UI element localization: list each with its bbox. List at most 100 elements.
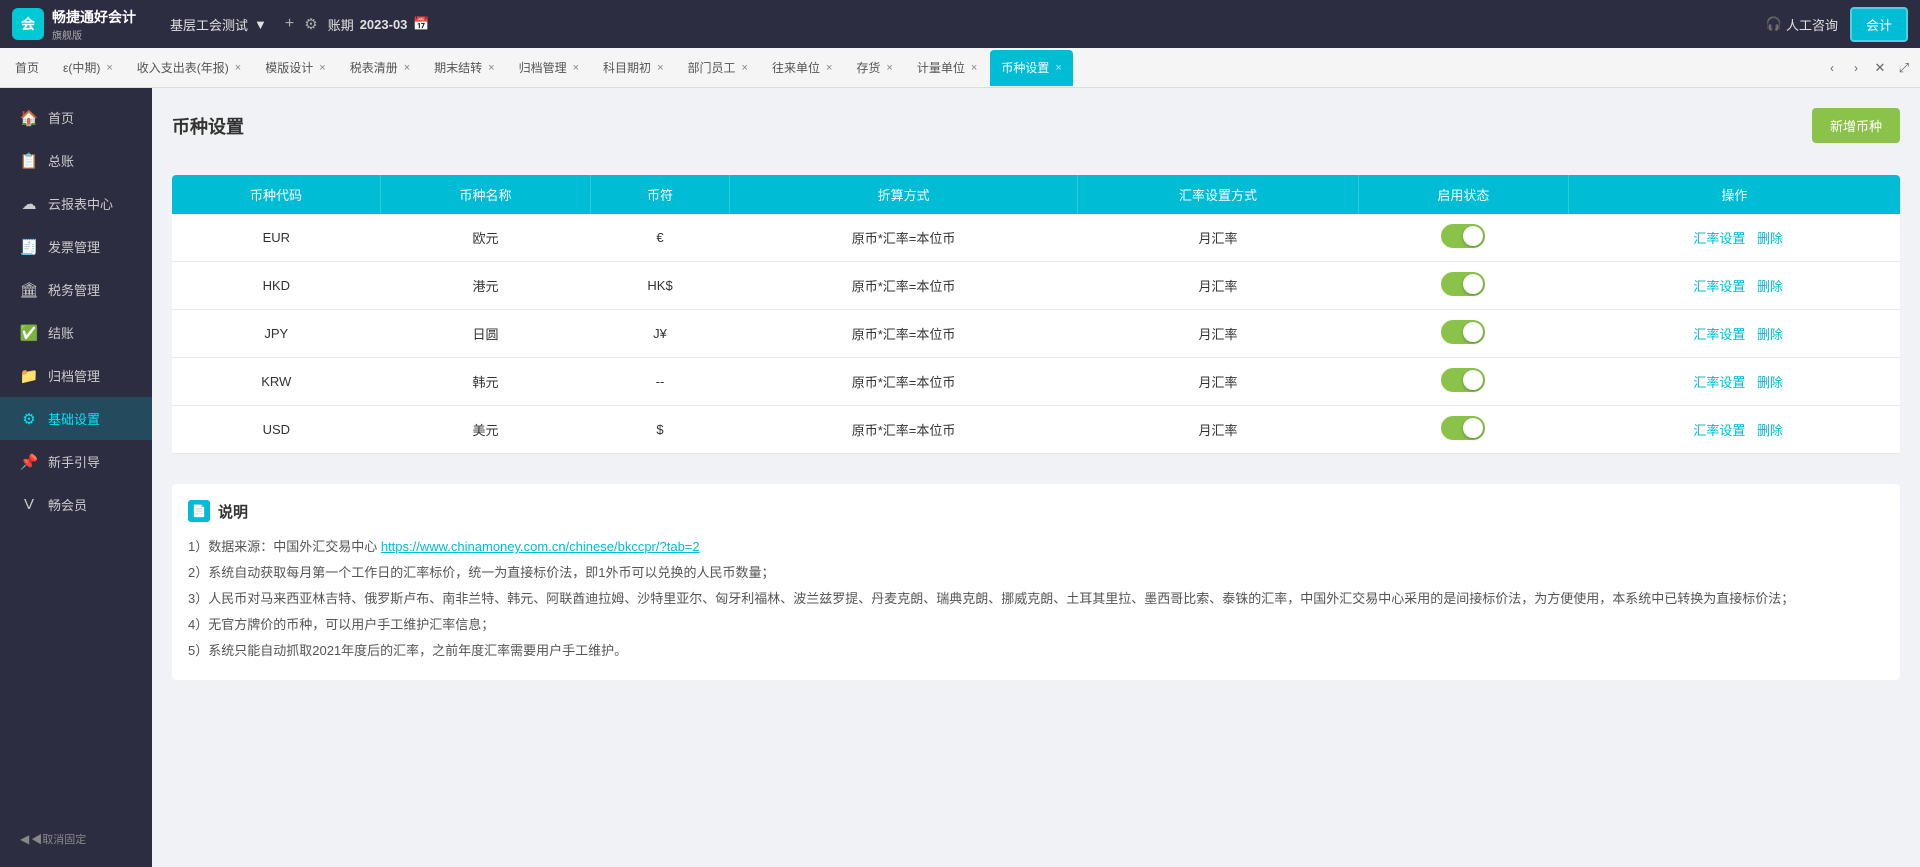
app-name: 畅捷通好会计	[52, 7, 136, 27]
cell-name: 欧元	[381, 214, 591, 262]
settings-icon[interactable]: ⚙	[304, 15, 317, 33]
tab-close-icon[interactable]: ×	[657, 62, 663, 74]
tab-label: 计量单位	[917, 59, 965, 76]
top-actions: 🎧 人工咨询 会计	[1766, 7, 1908, 42]
tab-item-undefined[interactable]: 币种设置×	[990, 50, 1072, 86]
cell-actions: 汇率设置 删除	[1568, 406, 1900, 454]
help-button[interactable]: 🎧 人工咨询	[1766, 15, 1838, 34]
sidebar-item-settings[interactable]: ⚙ 基础设置	[0, 397, 152, 440]
sidebar-item-home[interactable]: 🏠 首页	[0, 96, 152, 139]
table-row: KRW 韩元 -- 原币*汇率=本位币 月汇率 汇率设置 删除	[172, 358, 1900, 406]
expand-button[interactable]: ⤢	[1892, 50, 1916, 86]
nav-icon-settings: ⚙	[20, 410, 38, 428]
rate-setting-link[interactable]: 汇率设置	[1693, 327, 1745, 342]
tab-close-icon[interactable]: ×	[404, 62, 410, 74]
tab-item-undefined[interactable]: 模版设计×	[254, 50, 336, 86]
tab-close-icon[interactable]: ×	[319, 62, 325, 74]
nav-label-archive: 归档管理	[48, 366, 100, 385]
project-name: 基层工会测试	[170, 15, 248, 34]
delete-link[interactable]: 删除	[1757, 327, 1783, 342]
cell-rate-type: 月汇率	[1078, 214, 1359, 262]
tab-item-undefined[interactable]: 往来单位 ×	[761, 50, 843, 86]
tab-close-icon[interactable]: ×	[826, 62, 832, 74]
nav-icon-home: 🏠	[20, 109, 38, 127]
tabs-next-button[interactable]: ›	[1844, 50, 1868, 86]
cell-code: JPY	[172, 310, 381, 358]
calendar-icon[interactable]: 📅	[413, 16, 429, 32]
table-row: EUR 欧元 € 原币*汇率=本位币 月汇率 汇率设置 删除	[172, 214, 1900, 262]
delete-link[interactable]: 删除	[1757, 375, 1783, 390]
toggle-enabled[interactable]	[1441, 416, 1485, 440]
tab-item-undefined[interactable]: 部门员工 ×	[677, 50, 759, 86]
project-selector[interactable]: 基层工会测试 ▼	[162, 11, 275, 38]
sidebar-item-archive[interactable]: 📁 归档管理	[0, 354, 152, 397]
tab-close-icon[interactable]: ×	[106, 62, 112, 74]
tab-item-undefined[interactable]: 科目期初 ×	[592, 50, 674, 86]
toggle-enabled[interactable]	[1441, 320, 1485, 344]
tab-item-undefined[interactable]: 归档管理×	[508, 50, 590, 86]
tab-item-undefined[interactable]: 期末结转×	[423, 50, 505, 86]
sidebar-item-reports[interactable]: ☁ 云报表中心	[0, 182, 152, 225]
note-item-4: 4）无官方牌价的币种，可以用户手工维护汇率信息；	[188, 612, 1884, 638]
nav-label-checkout: 结账	[48, 323, 74, 342]
tab-close-icon[interactable]: ×	[742, 62, 748, 74]
tab-item-undefined[interactable]: 税表清册×	[339, 50, 421, 86]
tab-close-icon[interactable]: ×	[886, 62, 892, 74]
app-edition: 旗舰版	[52, 27, 136, 42]
delete-link[interactable]: 删除	[1757, 279, 1783, 294]
close-all-tabs-button[interactable]: ✕	[1868, 50, 1892, 86]
tab-close-icon[interactable]: ×	[235, 62, 241, 74]
cell-symbol: €	[591, 214, 730, 262]
toggle-enabled[interactable]	[1441, 272, 1485, 296]
cell-name: 日圆	[381, 310, 591, 358]
dropdown-icon: ▼	[254, 17, 267, 32]
rate-setting-link[interactable]: 汇率设置	[1693, 423, 1745, 438]
tab-label: 往来单位	[772, 59, 820, 76]
rate-setting-link[interactable]: 汇率设置	[1693, 279, 1745, 294]
account-button[interactable]: 会计	[1850, 7, 1908, 42]
cell-symbol: J¥	[591, 310, 730, 358]
rate-setting-link[interactable]: 汇率设置	[1693, 231, 1745, 246]
col-code: 币种代码	[172, 175, 381, 214]
nav-items: 🏠 首页 📋 总账 ☁ 云报表中心 🧾 发票管理 🏛 税务管理 ✅ 结账 📁 归…	[0, 96, 152, 526]
tab-item-undefined[interactable]: 存货×	[845, 50, 903, 86]
tab-close-icon[interactable]: ×	[1055, 62, 1061, 74]
tab-label: 部门员工	[688, 59, 736, 76]
tab-close-icon[interactable]: ×	[971, 62, 977, 74]
note-item-5: 5）系统只能自动抓取2021年度后的汇率，之前年度汇率需要用户手工维护。	[188, 638, 1884, 664]
sidebar-item-ledger[interactable]: 📋 总账	[0, 139, 152, 182]
tab-close-icon[interactable]: ×	[573, 62, 579, 74]
nav-icon-ledger: 📋	[20, 152, 38, 170]
delete-link[interactable]: 删除	[1757, 231, 1783, 246]
tab-item-undefined[interactable]: 首页	[4, 50, 50, 86]
rate-setting-link[interactable]: 汇率设置	[1693, 375, 1745, 390]
notes-link[interactable]: https://www.chinamoney.com.cn/chinese/bk…	[381, 539, 700, 554]
cell-actions: 汇率设置 删除	[1568, 214, 1900, 262]
tab-item-undefined[interactable]: 计量单位 ×	[906, 50, 988, 86]
sidebar-item-invoice[interactable]: 🧾 发票管理	[0, 225, 152, 268]
delete-link[interactable]: 删除	[1757, 423, 1783, 438]
sidebar-item-member[interactable]: V 畅会员	[0, 483, 152, 526]
sidebar-item-checkout[interactable]: ✅ 结账	[0, 311, 152, 354]
cell-code: HKD	[172, 262, 381, 310]
tab-item-undefined[interactable]: ε(中期)×	[52, 50, 124, 86]
cell-status	[1358, 262, 1568, 310]
toggle-enabled[interactable]	[1441, 368, 1485, 392]
sidebar-item-guide[interactable]: 📌 新手引导	[0, 440, 152, 483]
col-actions: 操作	[1568, 175, 1900, 214]
logo-icon: 会	[12, 8, 44, 40]
add-project-icon[interactable]: +	[285, 15, 294, 33]
cell-actions: 汇率设置 删除	[1568, 358, 1900, 406]
nav-label-member: 畅会员	[48, 495, 87, 514]
tabs-prev-button[interactable]: ‹	[1820, 50, 1844, 86]
tabs-container: 首页ε(中期)×收入支出表(年报)×模版设计×税表清册×期末结转×归档管理×科目…	[4, 50, 1820, 86]
toggle-enabled[interactable]	[1441, 224, 1485, 248]
tab-close-icon[interactable]: ×	[488, 62, 494, 74]
tab-item-undefined[interactable]: 收入支出表(年报)×	[126, 50, 252, 86]
notes-icon: 📄	[188, 500, 210, 522]
sidebar-collapse-button[interactable]: ◀ ◀取消固定	[0, 819, 152, 859]
sidebar: 🏠 首页 📋 总账 ☁ 云报表中心 🧾 发票管理 🏛 税务管理 ✅ 结账 📁 归…	[0, 88, 152, 867]
sidebar-item-tax[interactable]: 🏛 税务管理	[0, 268, 152, 311]
new-currency-button[interactable]: 新增币种	[1812, 108, 1900, 143]
tab-label: 科目期初	[603, 59, 651, 76]
